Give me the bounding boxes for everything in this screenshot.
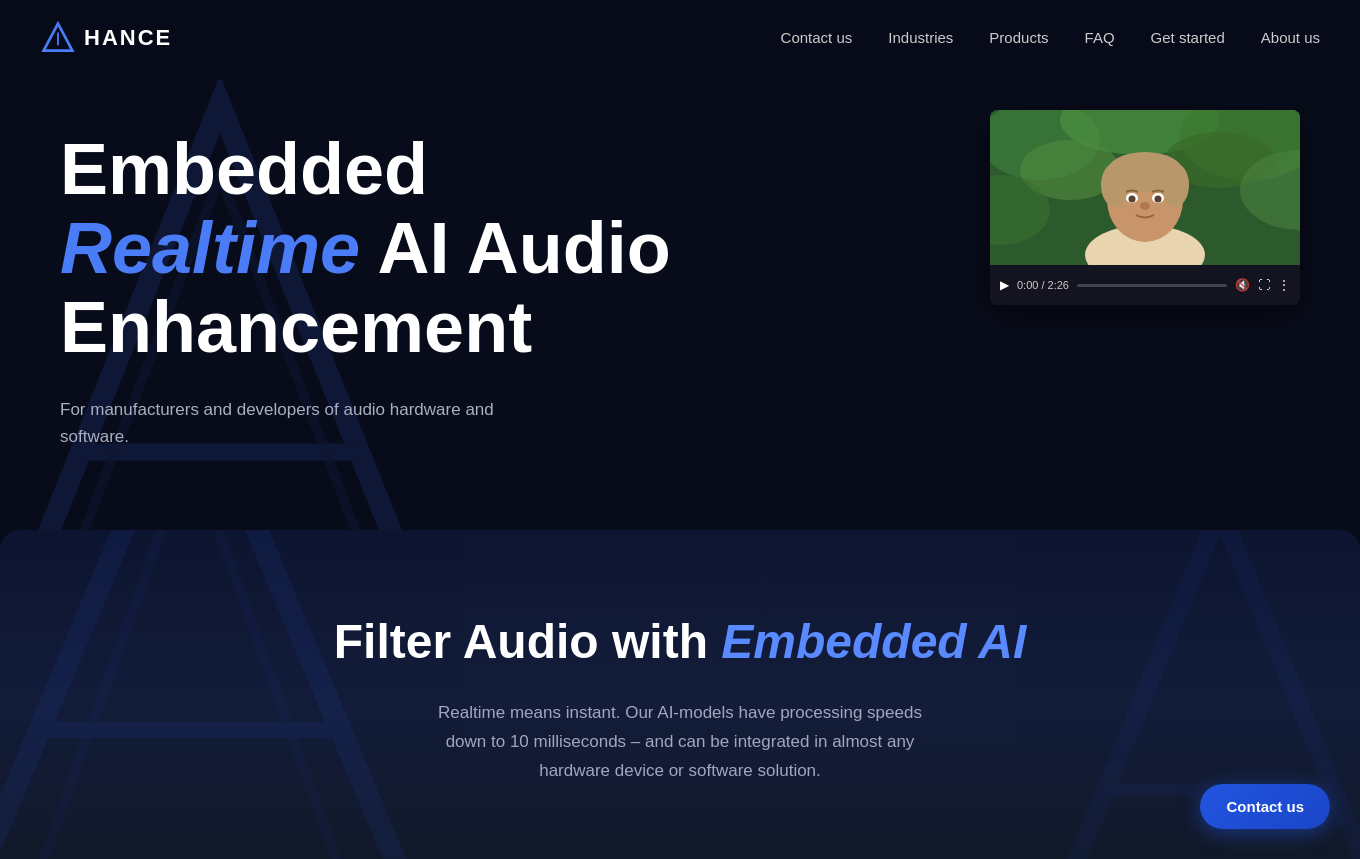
nav-item-products[interactable]: Products — [989, 29, 1048, 46]
hero-video-container: ▶ 0:00 / 2:26 🔇 ⛶ ⋮ — [990, 110, 1300, 305]
hero-title-ai-audio: AI Audio — [360, 208, 671, 288]
svg-marker-26 — [40, 530, 340, 859]
nav-item-contact[interactable]: Contact us — [781, 29, 853, 46]
hero-section: Embedded Realtime AI Audio Enhancement F… — [0, 0, 1360, 540]
video-fullscreen-button[interactable]: ⛶ — [1258, 278, 1270, 292]
video-more-button[interactable]: ⋮ — [1278, 278, 1290, 292]
navbar: HANCE Contact us Industries Products FAQ… — [0, 0, 1360, 75]
hero-title-line1: Embedded — [60, 129, 428, 209]
second-section-title: Filter Audio with Embedded AI — [334, 614, 1026, 669]
hero-title-enhancement: Enhancement — [60, 287, 532, 367]
video-play-button[interactable]: ▶ — [1000, 278, 1009, 292]
second-title-normal: Filter Audio with — [334, 615, 722, 668]
hero-content: Embedded Realtime AI Audio Enhancement F… — [60, 120, 710, 450]
nav-links: Contact us Industries Products FAQ Get s… — [781, 29, 1320, 47]
nav-item-industries[interactable]: Industries — [888, 29, 953, 46]
video-progress-bar[interactable] — [1077, 284, 1227, 287]
svg-marker-24 — [0, 530, 420, 859]
nav-item-faq[interactable]: FAQ — [1085, 29, 1115, 46]
video-time: 0:00 / 2:26 — [1017, 279, 1069, 291]
second-title-italic: Embedded AI — [721, 615, 1026, 668]
svg-point-23 — [1140, 202, 1150, 210]
logo-text: HANCE — [84, 25, 172, 51]
logo-icon — [40, 20, 76, 56]
nav-item-about[interactable]: About us — [1261, 29, 1320, 46]
second-section: Filter Audio with Embedded AI Realtime m… — [0, 530, 1360, 859]
hero-title-realtime: Realtime — [60, 208, 360, 288]
video-player[interactable]: ▶ 0:00 / 2:26 🔇 ⛶ ⋮ — [990, 110, 1300, 305]
svg-point-21 — [1129, 196, 1136, 203]
svg-point-17 — [1101, 163, 1129, 207]
video-volume-button[interactable]: 🔇 — [1235, 278, 1250, 292]
logo-link[interactable]: HANCE — [40, 20, 172, 56]
svg-point-22 — [1155, 196, 1162, 203]
nav-item-get-started[interactable]: Get started — [1151, 29, 1225, 46]
video-controls: ▶ 0:00 / 2:26 🔇 ⛶ ⋮ — [990, 265, 1300, 305]
second-section-body: Realtime means instant. Our AI-models ha… — [420, 699, 940, 786]
floating-contact-button[interactable]: Contact us — [1200, 784, 1330, 829]
hero-subtitle: For manufacturers and developers of audi… — [60, 396, 520, 450]
svg-point-18 — [1161, 163, 1189, 207]
second-bg-watermark-left — [0, 530, 440, 859]
hero-title: Embedded Realtime AI Audio Enhancement — [60, 130, 710, 368]
video-person-image — [990, 110, 1300, 265]
video-thumbnail — [990, 110, 1300, 265]
